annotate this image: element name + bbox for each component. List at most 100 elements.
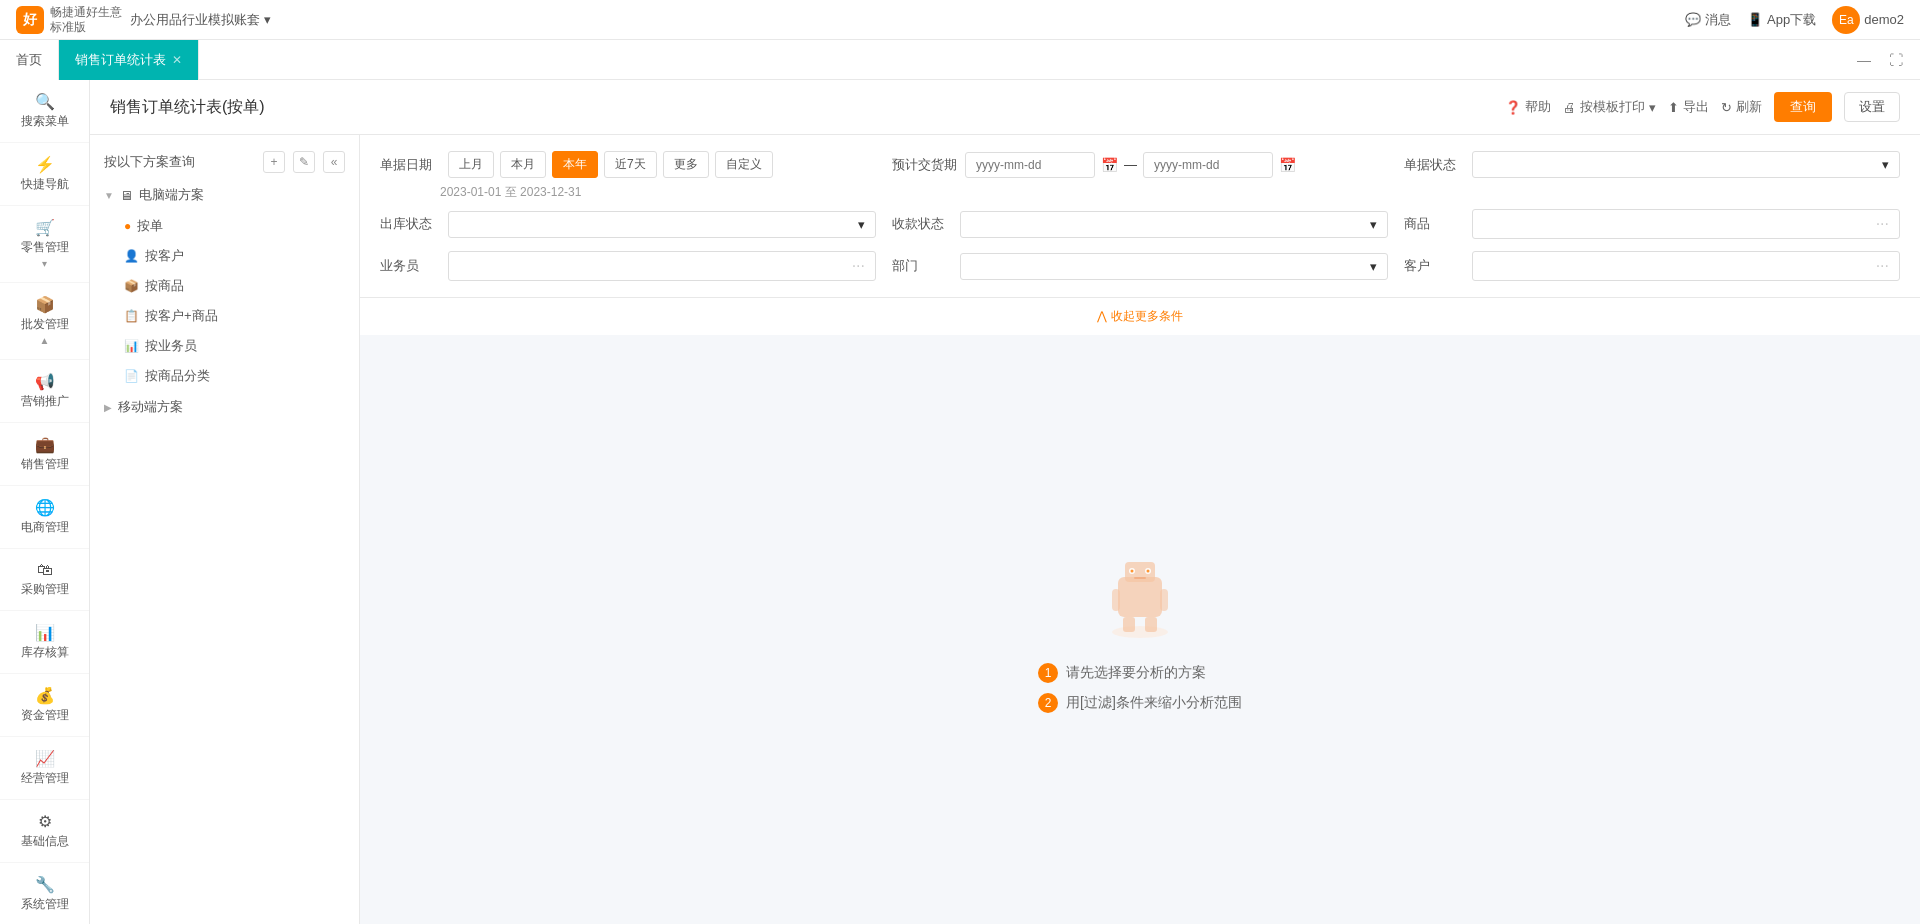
basic-icon: ⚙ xyxy=(0,812,89,831)
expected-delivery-start[interactable] xyxy=(965,152,1095,178)
shipment-status-select[interactable]: ▾ xyxy=(448,211,876,238)
category-icon: 📄 xyxy=(124,369,139,383)
btn-last-7-days[interactable]: 近7天 xyxy=(604,151,657,178)
salesperson-input[interactable]: ··· xyxy=(448,251,876,281)
filter-row-3: 业务员 ··· 部门 ▾ xyxy=(380,251,1900,281)
page-header: 销售订单统计表(按单) ❓ 帮助 🖨 按模板打印 ▾ ⬆ 导出 ↻ 刷新 xyxy=(90,80,1920,135)
sidebar-item-retail[interactable]: 🛒 零售管理 ▾ xyxy=(0,206,89,283)
tree-item-by-product[interactable]: 📦 按商品 xyxy=(110,271,359,301)
sidebar-item-marketing[interactable]: 📢 营销推广 xyxy=(0,360,89,423)
tab-minimize-btn[interactable]: — xyxy=(1852,48,1876,72)
workspace-selector[interactable]: 办公用品行业模拟账套 ▾ xyxy=(130,11,271,29)
sidebar-item-search[interactable]: 🔍 搜索菜单 xyxy=(0,80,89,143)
customer-input[interactable]: ··· xyxy=(1472,251,1900,281)
btn-more-date[interactable]: 更多 xyxy=(663,151,709,178)
tree-item-by-customer[interactable]: 👤 按客户 xyxy=(110,241,359,271)
export-icon: ⬆ xyxy=(1668,100,1679,115)
collapse-panel-btn[interactable]: « xyxy=(323,151,345,173)
sidebar-item-system[interactable]: 🔧 系统管理 xyxy=(0,863,89,924)
logo-text: 畅捷通好生意 标准版 xyxy=(50,5,122,34)
app-download-btn[interactable]: 📱 App下载 xyxy=(1747,11,1816,29)
top-bar: 好 畅捷通好生意 标准版 办公用品行业模拟账套 ▾ 💬 消息 📱 App下载 E… xyxy=(0,0,1920,40)
collection-status-label: 收款状态 xyxy=(892,215,952,233)
customer-dots-icon[interactable]: ··· xyxy=(1876,257,1889,275)
customer-icon: 👤 xyxy=(124,249,139,263)
avatar: Ea xyxy=(1832,6,1860,34)
date-label: 单据日期 xyxy=(380,156,440,174)
refresh-icon: ↻ xyxy=(1721,100,1732,115)
wholesale-icon: 📦 xyxy=(0,295,89,314)
sidebar-item-basic[interactable]: ⚙ 基础信息 xyxy=(0,800,89,863)
product-dots-icon[interactable]: ··· xyxy=(1876,215,1889,233)
purchase-icon: 🛍 xyxy=(0,561,89,579)
tab-maximize-btn[interactable]: ⛶ xyxy=(1884,48,1908,72)
sidebar-item-operations[interactable]: 📈 经营管理 xyxy=(0,737,89,800)
date-range-text: 2023-01-01 至 2023-12-31 xyxy=(440,184,581,201)
tree-section-pc[interactable]: ▼ 🖥 电脑端方案 xyxy=(90,179,359,211)
filter-row-2: 出库状态 ▾ 收款状态 ▾ xyxy=(380,209,1900,239)
tab-home[interactable]: 首页 xyxy=(0,40,59,80)
tab-close-icon[interactable]: ✕ xyxy=(172,53,182,67)
shipment-status-item: 出库状态 ▾ xyxy=(380,211,876,238)
add-scheme-btn[interactable]: + xyxy=(263,151,285,173)
btn-this-month[interactable]: 本月 xyxy=(500,151,546,178)
sidebar-item-purchase[interactable]: 🛍 采购管理 xyxy=(0,549,89,611)
customer-label: 客户 xyxy=(1404,257,1464,275)
sidebar-item-wholesale[interactable]: 📦 批发管理 ▲ xyxy=(0,283,89,360)
product-input[interactable]: ··· xyxy=(1472,209,1900,239)
btn-last-month[interactable]: 上月 xyxy=(448,151,494,178)
sidebar-item-sales[interactable]: 💼 销售管理 xyxy=(0,423,89,486)
calendar-start-icon[interactable]: 📅 xyxy=(1101,157,1118,173)
collection-status-item: 收款状态 ▾ xyxy=(892,211,1388,238)
ecommerce-icon: 🌐 xyxy=(0,498,89,517)
order-status-arrow-icon: ▾ xyxy=(1882,157,1889,172)
chevron-down-icon: ▼ xyxy=(104,190,114,201)
left-panel: 按以下方案查询 + ✎ « ▼ 🖥 电脑端方案 ● 按单 xyxy=(90,135,360,924)
retail-icon: 🛒 xyxy=(0,218,89,237)
template-print-btn[interactable]: 🖨 按模板打印 ▾ xyxy=(1563,98,1656,116)
edit-scheme-btn[interactable]: ✎ xyxy=(293,151,315,173)
hint-item-2: 2 用[过滤]条件来缩小分析范围 xyxy=(1038,693,1242,713)
settings-button[interactable]: 设置 xyxy=(1844,92,1900,122)
tree-item-by-salesperson[interactable]: 📊 按业务员 xyxy=(110,331,359,361)
collapse-bar[interactable]: ⋀ 收起更多条件 xyxy=(360,298,1920,335)
tree-item-by-category[interactable]: 📄 按商品分类 xyxy=(110,361,359,391)
tree-children-pc: ● 按单 👤 按客户 📦 按商品 📋 按客户+商品 xyxy=(90,211,359,391)
customer-item: 客户 ··· xyxy=(1404,251,1900,281)
order-status-item: 单据状态 ▾ xyxy=(1404,151,1900,178)
order-dot-icon: ● xyxy=(124,219,131,233)
calendar-end-icon[interactable]: 📅 xyxy=(1279,157,1296,173)
order-status-label: 单据状态 xyxy=(1404,156,1464,174)
pc-icon: 🖥 xyxy=(120,188,133,203)
tab-sales-order-stat[interactable]: 销售订单统计表 ✕ xyxy=(59,40,199,80)
export-btn[interactable]: ⬆ 导出 xyxy=(1668,98,1709,116)
search-icon: 🔍 xyxy=(0,92,89,111)
sidebar-item-quick-nav[interactable]: ⚡ 快捷导航 xyxy=(0,143,89,206)
tree-item-by-order[interactable]: ● 按单 xyxy=(110,211,359,241)
sidebar-item-finance[interactable]: 💰 资金管理 xyxy=(0,674,89,737)
refresh-btn[interactable]: ↻ 刷新 xyxy=(1721,98,1762,116)
message-btn[interactable]: 💬 消息 xyxy=(1685,11,1731,29)
tree-item-by-customer-product[interactable]: 📋 按客户+商品 xyxy=(110,301,359,331)
btn-custom-date[interactable]: 自定义 xyxy=(715,151,773,178)
sidebar-item-ecommerce[interactable]: 🌐 电商管理 xyxy=(0,486,89,549)
svg-point-6 xyxy=(1147,569,1150,572)
tree-section-mobile[interactable]: ▶ 移动端方案 xyxy=(90,391,359,423)
department-input[interactable]: ▾ xyxy=(960,253,1388,280)
svg-rect-10 xyxy=(1123,617,1135,632)
tab-bar-actions: — ⛶ xyxy=(1852,48,1920,72)
expected-delivery-end[interactable] xyxy=(1143,152,1273,178)
expected-delivery-input-group: 📅 — 📅 xyxy=(965,152,1296,178)
salesperson-icon: 📊 xyxy=(124,339,139,353)
order-status-select[interactable]: ▾ xyxy=(1472,151,1900,178)
btn-this-year[interactable]: 本年 xyxy=(552,151,598,178)
user-menu[interactable]: Ea demo2 xyxy=(1832,6,1904,34)
product-label: 商品 xyxy=(1404,215,1464,233)
salesperson-dots-icon[interactable]: ··· xyxy=(852,257,865,275)
query-button[interactable]: 查询 xyxy=(1774,92,1832,122)
collection-status-select[interactable]: ▾ xyxy=(960,211,1388,238)
help-btn[interactable]: ❓ 帮助 xyxy=(1505,98,1551,116)
expected-delivery-label: 预计交货期 xyxy=(892,156,957,174)
tab-bar: 首页 销售订单统计表 ✕ — ⛶ xyxy=(0,40,1920,80)
sidebar-item-inventory[interactable]: 📊 库存核算 xyxy=(0,611,89,674)
